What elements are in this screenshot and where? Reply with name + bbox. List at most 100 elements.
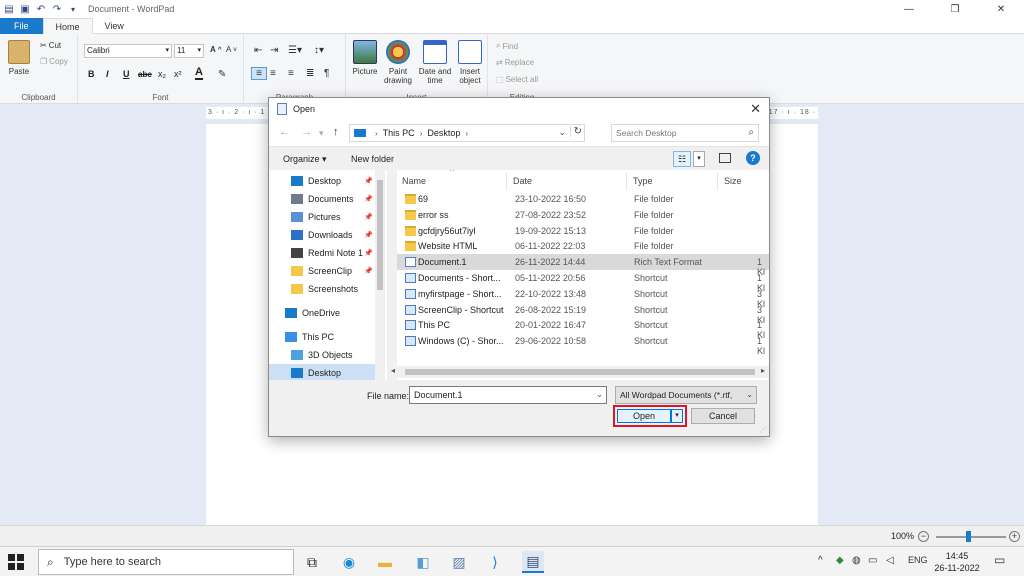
insert-object-button[interactable]: Insert object (453, 67, 487, 85)
file-explorer-icon[interactable]: ▬ (374, 551, 396, 573)
file-row[interactable]: myfirstpage - Short... 22-10-2022 13:48 Sh… (397, 286, 769, 309)
view-dropdown-icon[interactable]: ▾ (693, 151, 705, 167)
cut-button[interactable]: ✂ Cut (40, 41, 61, 50)
windows-start-icon[interactable] (8, 554, 24, 570)
volume-icon[interactable]: ◁ (886, 555, 894, 566)
column-header-date[interactable]: Date (508, 172, 627, 190)
task-view-icon[interactable]: ⧉ (301, 551, 323, 573)
undo-icon[interactable]: ↶ (34, 2, 48, 16)
bullets-icon[interactable]: ☰▾ (288, 45, 302, 56)
forward-arrow-icon[interactable]: → (301, 126, 312, 138)
bold-button[interactable]: B (88, 69, 95, 79)
nav-item[interactable]: Documents 📌 (269, 190, 375, 208)
tab-home[interactable]: Home (42, 18, 93, 34)
file-row[interactable]: 69 23-10-2022 16:50 File folder (397, 191, 769, 207)
close-button[interactable]: ✕ (978, 0, 1024, 18)
organize-button[interactable]: Organize ▾ (283, 154, 327, 165)
nav-item[interactable]: ScreenClip 📌 (269, 262, 375, 280)
zoom-out-button[interactable]: − (918, 531, 929, 542)
address-dropdown-icon[interactable]: ⌄ (558, 127, 566, 138)
tab-file[interactable]: File (0, 18, 43, 34)
nav-item[interactable]: Desktop (269, 364, 375, 380)
search-desktop-input[interactable]: Search Desktop ⌕ (611, 124, 759, 142)
shrink-font-icon[interactable]: Av (226, 45, 237, 54)
nav-item[interactable]: Redmi Note 1 📌 (269, 244, 375, 262)
cancel-button[interactable]: Cancel (691, 408, 755, 424)
show-hidden-icons[interactable]: ^ (818, 555, 823, 566)
redo-icon[interactable]: ↷ (50, 2, 64, 16)
wordpad-taskbar-icon[interactable]: ▤ (522, 551, 544, 573)
font-size-select[interactable]: 11 ▾ (174, 44, 204, 58)
copy-button[interactable]: ❐ Copy (40, 57, 68, 66)
text-color-button[interactable]: A (195, 67, 203, 80)
chevron-down-icon[interactable]: ⌄ (596, 387, 603, 403)
refresh-icon[interactable]: ↻ (569, 126, 582, 137)
font-family-select[interactable]: Calibri ▾ (84, 44, 172, 58)
open-button[interactable]: Open (617, 409, 671, 423)
nav-item[interactable]: Screenshots (269, 280, 375, 298)
resize-grip-icon[interactable]: ⋰ (760, 426, 767, 434)
file-row[interactable]: Documents - Short... 05-11-2022 20:56 Shor… (397, 270, 769, 293)
picture-icon[interactable] (353, 40, 377, 64)
find-button[interactable]: ⌕ Find (496, 41, 518, 51)
tray-app-icon[interactable]: ◆ (836, 555, 844, 566)
nav-item[interactable]: Pictures 📌 (269, 208, 375, 226)
taskbar-search[interactable]: ⌕ Type here to search (38, 549, 294, 575)
align-center-icon[interactable]: ≡ (270, 68, 276, 79)
dialog-close-button[interactable]: ✕ (750, 101, 761, 117)
photos-icon[interactable]: ▨ (448, 551, 470, 573)
nav-item[interactable]: Downloads 📌 (269, 226, 375, 244)
align-left-icon[interactable]: ≡ (251, 67, 267, 80)
address-bar[interactable]: › This PC › Desktop › ⌄ ↻ (349, 124, 585, 142)
navigation-scrollbar-thumb[interactable] (377, 180, 383, 290)
file-type-select[interactable]: All Wordpad Documents (*.rtf, ⌄ (615, 386, 757, 404)
justify-icon[interactable]: ≣ (306, 68, 314, 79)
paste-icon[interactable] (8, 40, 30, 64)
zoom-slider[interactable] (936, 536, 1006, 538)
restore-button[interactable]: ❐ (932, 0, 978, 18)
nav-item[interactable]: 3D Objects (269, 346, 375, 364)
insert-object-icon[interactable] (458, 40, 482, 64)
nav-item[interactable]: Desktop 📌 (269, 172, 375, 190)
nav-item[interactable]: This PC (269, 328, 375, 346)
file-row[interactable]: Windows (C) - Shor... 29-06-2022 10:58 Sho… (397, 333, 769, 356)
preview-pane-icon[interactable] (719, 153, 731, 163)
file-row[interactable]: error ss 27-08-2022 23:52 File folder (397, 207, 769, 223)
navigation-scrollbar[interactable] (375, 170, 385, 380)
horizontal-scrollbar-thumb[interactable] (405, 369, 755, 375)
picture-button[interactable]: Picture (348, 67, 382, 76)
subscript-button[interactable]: x₂ (158, 69, 166, 79)
file-row[interactable]: gcfdjry56ut7iyl 19-09-2022 15:13 File fold… (397, 223, 769, 239)
save-icon[interactable]: ▣ (18, 2, 32, 16)
italic-button[interactable]: I (106, 69, 109, 79)
underline-button[interactable]: U (123, 69, 130, 79)
increase-indent-icon[interactable]: ⇥ (270, 45, 278, 56)
calendar-icon[interactable] (423, 40, 447, 64)
paste-button[interactable]: Paste (4, 67, 34, 76)
network-icon[interactable]: ◍ (852, 555, 861, 566)
nav-item[interactable]: OneDrive (269, 304, 375, 322)
minimize-button[interactable]: — (886, 0, 932, 18)
change-view-icon[interactable]: ☷ (673, 151, 691, 167)
file-list-horizontal-scrollbar[interactable]: ◂ ▸ (387, 366, 769, 378)
column-header-size[interactable]: Size (719, 172, 769, 190)
scroll-left-icon[interactable]: ◂ (391, 366, 395, 375)
edge-icon[interactable]: ◉ (338, 551, 360, 573)
battery-icon[interactable]: ▭ (868, 555, 877, 566)
recent-chevron-icon[interactable]: ▾ (319, 128, 324, 139)
help-icon[interactable]: ? (746, 151, 760, 165)
up-arrow-icon[interactable]: ↑ (333, 126, 339, 138)
customize-qat-icon[interactable]: ▾ (66, 2, 80, 16)
replace-button[interactable]: ⇄ Replace (496, 58, 534, 67)
open-dropdown-icon[interactable]: ▾ (671, 409, 683, 423)
language-indicator[interactable]: ENG (908, 555, 928, 565)
file-row[interactable]: ScreenClip - Shortcut 26-08-2022 15:19 Sho… (397, 302, 769, 325)
line-spacing-icon[interactable]: ↕▾ (314, 45, 324, 56)
file-name-input[interactable]: Document.1 ⌄ (409, 386, 607, 404)
superscript-button[interactable]: x² (174, 69, 182, 79)
tab-view[interactable]: View (93, 18, 136, 34)
zoom-in-button[interactable]: + (1009, 531, 1020, 542)
app-icon[interactable]: ◧ (412, 551, 434, 573)
clock[interactable]: 14:45 26-11-2022 (932, 550, 982, 574)
date-time-button[interactable]: Date and time (416, 67, 454, 85)
